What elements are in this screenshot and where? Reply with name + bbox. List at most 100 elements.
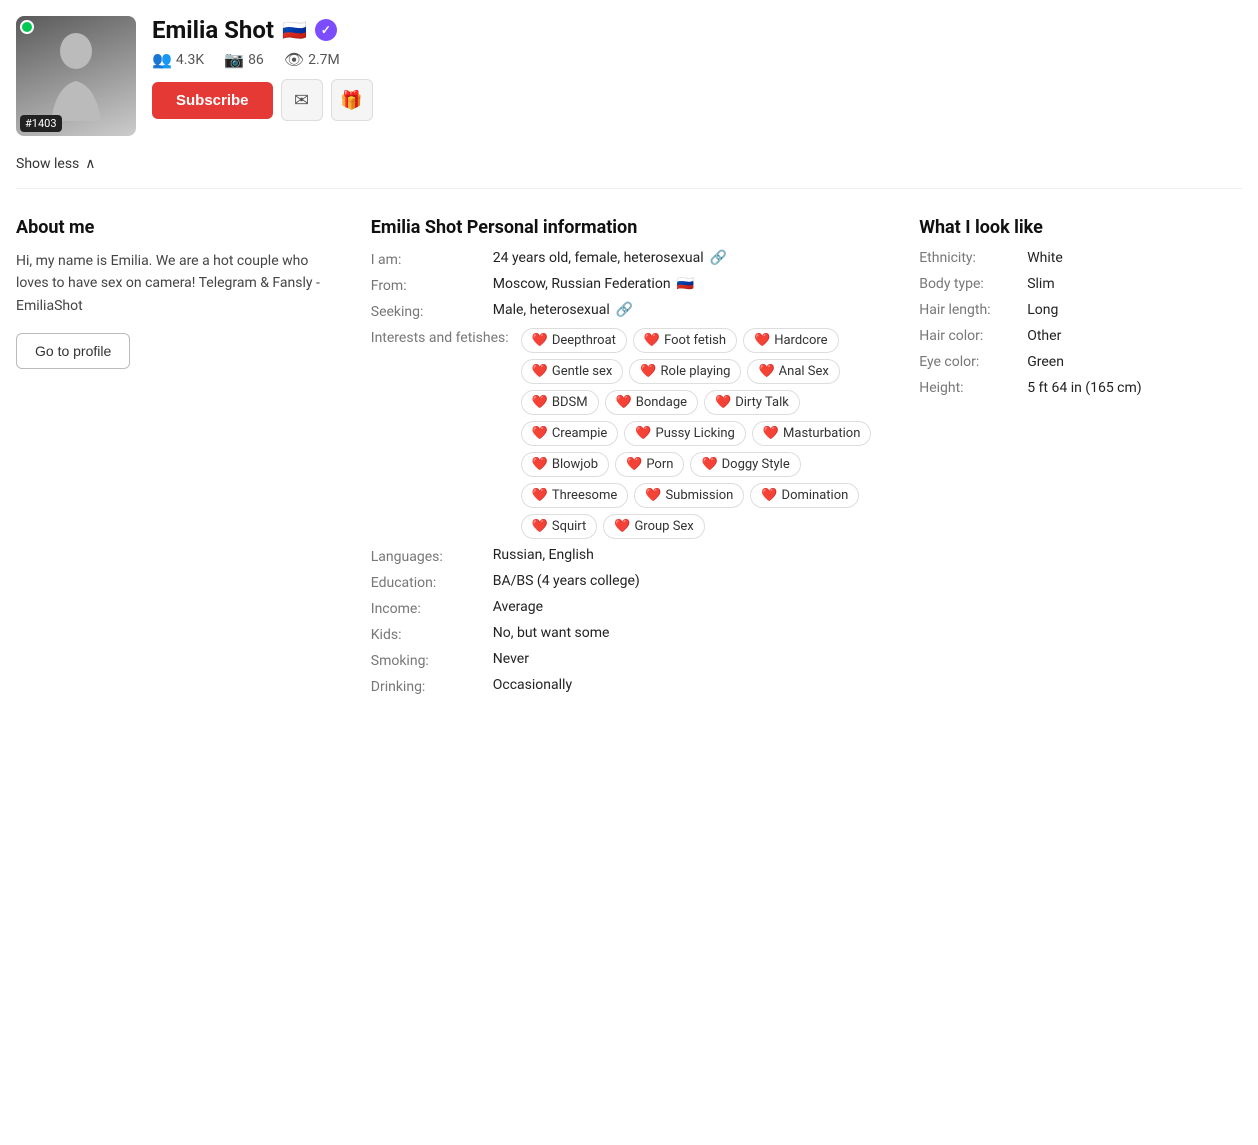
heart-icon: ❤️ bbox=[754, 333, 770, 348]
interest-tag: ❤️ Blowjob bbox=[521, 452, 609, 477]
interest-tag: ❤️ Domination bbox=[750, 483, 859, 508]
chevron-up-icon: ∧ bbox=[85, 156, 95, 172]
interest-tag: ❤️ Bondage bbox=[605, 390, 698, 415]
about-text: Hi, my name is Emilia. We are a hot coup… bbox=[16, 250, 339, 317]
kids-value: No, but want some bbox=[493, 625, 887, 641]
interest-tag: ❤️ Threesome bbox=[521, 483, 629, 508]
eye-color-label: Eye color: bbox=[919, 354, 1019, 370]
drinking-label: Drinking: bbox=[371, 677, 481, 695]
eye-color-value: Green bbox=[1027, 354, 1064, 370]
followers-count: 4.3K bbox=[176, 52, 204, 68]
heart-icon: ❤️ bbox=[635, 426, 651, 441]
gift-button[interactable]: 🎁 bbox=[331, 79, 373, 121]
interest-tag: ❤️ Masturbation bbox=[752, 421, 872, 446]
from-label: From: bbox=[371, 276, 481, 294]
heart-icon: ❤️ bbox=[532, 426, 548, 441]
heart-icon: ❤️ bbox=[758, 364, 774, 379]
hair-length-row: Hair length: Long bbox=[919, 302, 1242, 318]
i-am-value: 24 years old, female, heterosexual 🔗 bbox=[493, 250, 887, 266]
seeking-link-icon: 🔗 bbox=[616, 302, 633, 318]
interest-tag: ❤️ Porn bbox=[615, 452, 684, 477]
heart-icon: ❤️ bbox=[701, 457, 717, 472]
from-flag-icon: 🇷🇺 bbox=[677, 276, 694, 292]
personal-column: Emilia Shot Personal information I am: 2… bbox=[371, 217, 887, 703]
actions-row: Subscribe ✉ 🎁 bbox=[152, 79, 1242, 121]
interest-tag: ❤️ Role playing bbox=[629, 359, 741, 384]
subscribe-button[interactable]: Subscribe bbox=[152, 82, 273, 119]
income-value: Average bbox=[493, 599, 887, 615]
interest-tag: ❤️ Gentle sex bbox=[521, 359, 624, 384]
from-value: Moscow, Russian Federation 🇷🇺 bbox=[493, 276, 887, 292]
heart-icon: ❤️ bbox=[715, 395, 731, 410]
interests-row: Interests and fetishes: ❤️ Deepthroat❤️ … bbox=[371, 328, 887, 539]
interest-tag: ❤️ Group Sex bbox=[603, 514, 705, 539]
following-count: 86 bbox=[248, 52, 264, 68]
profile-header: #1403 Emilia Shot 🇷🇺 ✓ 👥 4.3K 📷 86 👁 2.7… bbox=[16, 16, 1242, 148]
heart-icon: ❤️ bbox=[532, 519, 548, 534]
interest-tag: ❤️ Submission bbox=[634, 483, 744, 508]
profile-info: Emilia Shot 🇷🇺 ✓ 👥 4.3K 📷 86 👁 2.7M Subs… bbox=[152, 16, 1242, 121]
education-value: BA/BS (4 years college) bbox=[493, 573, 887, 589]
income-label: Income: bbox=[371, 599, 481, 617]
education-label: Education: bbox=[371, 573, 481, 591]
smoking-value: Never bbox=[493, 651, 887, 667]
seeking-value: Male, heterosexual 🔗 bbox=[493, 302, 887, 318]
tags-container: ❤️ Deepthroat❤️ Foot fetish❤️ Hardcore❤️… bbox=[521, 328, 888, 539]
avatar-wrap: #1403 bbox=[16, 16, 136, 136]
profile-flag-icon: 🇷🇺 bbox=[282, 18, 307, 42]
followers-stat: 👥 4.3K bbox=[152, 50, 204, 69]
height-value: 5 ft 64 in (165 cm) bbox=[1027, 380, 1141, 396]
languages-value: Russian, English bbox=[493, 547, 887, 563]
personal-title: Emilia Shot Personal information bbox=[371, 217, 887, 238]
avatar-badge: #1403 bbox=[20, 115, 62, 132]
i-am-row: I am: 24 years old, female, heterosexual… bbox=[371, 250, 887, 268]
seeking-row: Seeking: Male, heterosexual 🔗 bbox=[371, 302, 887, 320]
show-less-label: Show less bbox=[16, 156, 79, 172]
body-type-label: Body type: bbox=[919, 276, 1019, 292]
message-button[interactable]: ✉ bbox=[281, 79, 323, 121]
heart-icon: ❤️ bbox=[532, 395, 548, 410]
interest-tag: ❤️ Creampie bbox=[521, 421, 619, 446]
looks-title: What I look like bbox=[919, 217, 1242, 238]
heart-icon: ❤️ bbox=[763, 426, 779, 441]
profile-name: Emilia Shot bbox=[152, 16, 274, 44]
heart-icon: ❤️ bbox=[532, 333, 548, 348]
heart-icon: ❤️ bbox=[644, 333, 660, 348]
verified-icon: ✓ bbox=[315, 19, 337, 41]
body-type-row: Body type: Slim bbox=[919, 276, 1242, 292]
body-type-value: Slim bbox=[1027, 276, 1054, 292]
interest-tag: ❤️ Dirty Talk bbox=[704, 390, 800, 415]
heart-icon: ❤️ bbox=[640, 364, 656, 379]
profile-name-row: Emilia Shot 🇷🇺 ✓ bbox=[152, 16, 1242, 44]
interest-tag: ❤️ Hardcore bbox=[743, 328, 839, 353]
interest-tag: ❤️ Foot fetish bbox=[633, 328, 737, 353]
interest-tag: ❤️ BDSM bbox=[521, 390, 599, 415]
interests-tags: ❤️ Deepthroat❤️ Foot fetish❤️ Hardcore❤️… bbox=[521, 328, 888, 539]
ethnicity-label: Ethnicity: bbox=[919, 250, 1019, 266]
drinking-value: Occasionally bbox=[493, 677, 887, 693]
following-stat: 📷 86 bbox=[224, 50, 264, 69]
seeking-label: Seeking: bbox=[371, 302, 481, 320]
hair-length-label: Hair length: bbox=[919, 302, 1019, 318]
interest-tag: ❤️ Anal Sex bbox=[747, 359, 839, 384]
kids-label: Kids: bbox=[371, 625, 481, 643]
views-stat: 👁 2.7M bbox=[284, 50, 340, 69]
smoking-label: Smoking: bbox=[371, 651, 481, 669]
looks-column: What I look like Ethnicity: White Body t… bbox=[919, 217, 1242, 703]
heart-icon: ❤️ bbox=[645, 488, 661, 503]
following-icon: 📷 bbox=[224, 50, 244, 69]
drinking-row: Drinking: Occasionally bbox=[371, 677, 887, 695]
about-column: About me Hi, my name is Emilia. We are a… bbox=[16, 217, 339, 703]
hair-color-label: Hair color: bbox=[919, 328, 1019, 344]
height-row: Height: 5 ft 64 in (165 cm) bbox=[919, 380, 1242, 396]
heart-icon: ❤️ bbox=[532, 488, 548, 503]
show-less-toggle[interactable]: Show less ∧ bbox=[16, 148, 1242, 189]
eye-color-row: Eye color: Green bbox=[919, 354, 1242, 370]
go-to-profile-button[interactable]: Go to profile bbox=[16, 333, 130, 369]
followers-icon: 👥 bbox=[152, 50, 172, 69]
heart-icon: ❤️ bbox=[532, 364, 548, 379]
ethnicity-value: White bbox=[1027, 250, 1063, 266]
heart-icon: ❤️ bbox=[614, 519, 630, 534]
online-indicator bbox=[20, 20, 34, 34]
interests-label: Interests and fetishes: bbox=[371, 328, 509, 346]
